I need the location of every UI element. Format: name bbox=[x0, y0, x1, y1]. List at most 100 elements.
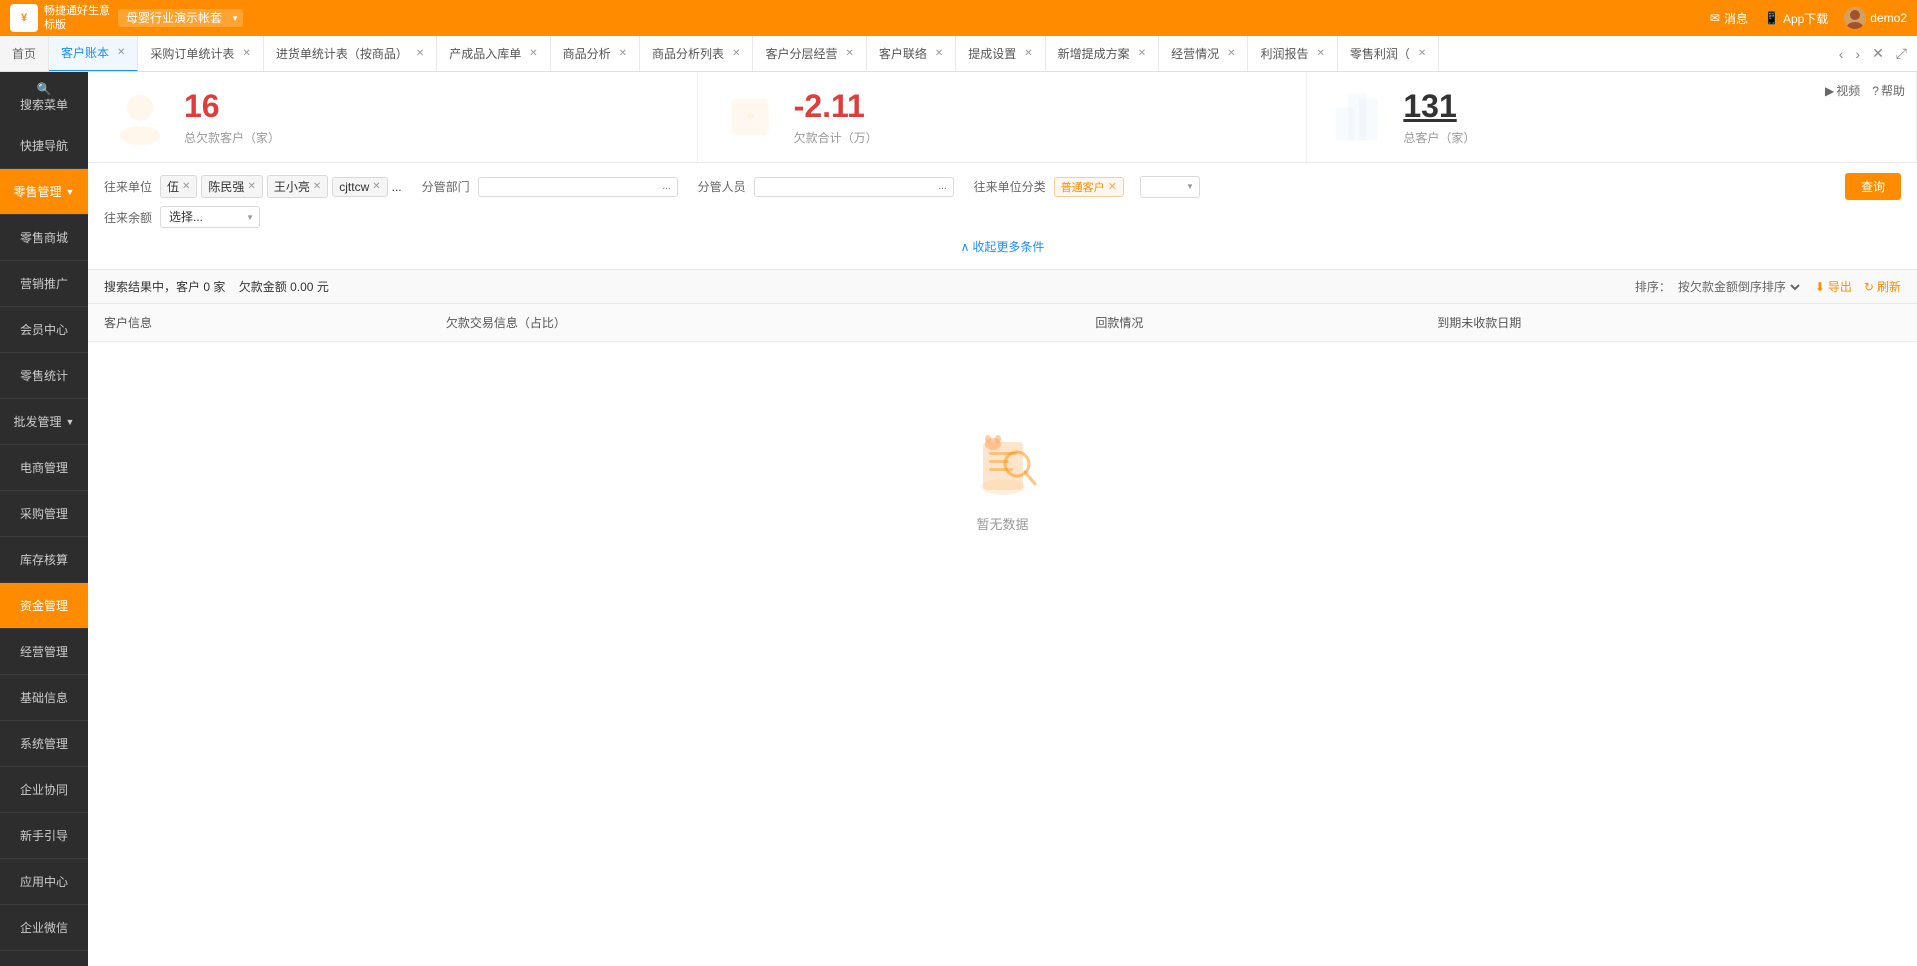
close-tab-product-analysis-list[interactable]: ✕ bbox=[732, 48, 740, 59]
unit-tag-chen[interactable]: 陈民强 ✕ bbox=[201, 175, 262, 198]
unit-tag-more[interactable]: ... bbox=[392, 180, 402, 194]
tab-commission-settings[interactable]: 提成设置 ✕ bbox=[956, 36, 1045, 72]
chevron-down-icon: ▼ bbox=[66, 187, 75, 197]
unit-tag-cjttcw[interactable]: cjttcw ✕ bbox=[332, 177, 387, 197]
classification-select[interactable] bbox=[1140, 176, 1200, 198]
unit-tag-wang[interactable]: 王小亮 ✕ bbox=[267, 175, 328, 198]
refresh-btn[interactable]: ↻ 刷新 bbox=[1864, 278, 1901, 295]
sidebar-item-system-mgmt[interactable]: 系统管理 bbox=[0, 721, 88, 767]
unit-filter-tags: 伍 ✕ 陈民强 ✕ 王小亮 ✕ cjttcw ✕ ... bbox=[160, 175, 402, 198]
nav-prev-btn[interactable]: ‹ bbox=[1835, 44, 1848, 64]
sidebar-search[interactable]: 🔍 搜索菜单 bbox=[0, 72, 88, 123]
close-tab-purchase-stats-by-product[interactable]: ✕ bbox=[416, 48, 424, 59]
close-tab-profit-report[interactable]: ✕ bbox=[1317, 48, 1325, 59]
sidebar-item-ecommerce-mgmt[interactable]: 电商管理 bbox=[0, 445, 88, 491]
dept-filter-input[interactable]: ... bbox=[478, 177, 678, 197]
tab-retail-profit[interactable]: 零售利润（ ✕ bbox=[1338, 36, 1439, 72]
sidebar-item-retail-stats[interactable]: 零售统计 bbox=[0, 353, 88, 399]
sidebar-item-marketing[interactable]: 营销推广 bbox=[0, 261, 88, 307]
tab-finished-product-storage[interactable]: 产成品入库单 ✕ bbox=[437, 36, 550, 72]
nav-next-btn[interactable]: › bbox=[1851, 44, 1864, 64]
person-input[interactable] bbox=[761, 180, 939, 194]
export-btn[interactable]: ⬇ 导出 bbox=[1815, 278, 1852, 295]
store-selector-wrap[interactable]: 母婴行业演示帐套 bbox=[118, 9, 243, 27]
tab-customer-ledger[interactable]: 客户账本 ✕ bbox=[49, 36, 138, 72]
sidebar-item-app-center[interactable]: 应用中心 bbox=[0, 859, 88, 905]
logo-area: ¥ 畅捷通好生意 标版 bbox=[10, 4, 110, 33]
tab-purchase-stats-by-product[interactable]: 进货单统计表（按商品） ✕ bbox=[264, 36, 437, 72]
tab-customer-tier-mgmt[interactable]: 客户分层经营 ✕ bbox=[753, 36, 866, 72]
collapse-btn[interactable]: ∧ 收起更多条件 bbox=[961, 238, 1045, 255]
sidebar-item-newbie-guide[interactable]: 新手引导 bbox=[0, 813, 88, 859]
toolbar-right: 排序： 按欠款金额倒序排序 ⬇ 导出 ↻ 刷新 bbox=[1635, 278, 1901, 295]
close-tab-commission-settings[interactable]: ✕ bbox=[1024, 48, 1032, 59]
close-tab-business-overview[interactable]: ✕ bbox=[1227, 48, 1235, 59]
classification-tag-normal[interactable]: 普通客户 ✕ bbox=[1054, 177, 1124, 197]
unit-tag-chen-close[interactable]: ✕ bbox=[247, 181, 255, 192]
classification-select-wrap[interactable] bbox=[1140, 176, 1200, 198]
close-tab-retail-profit[interactable]: ✕ bbox=[1418, 48, 1426, 59]
sidebar-item-retail-mgmt[interactable]: 零售管理 ▼ bbox=[0, 169, 88, 215]
help-btn[interactable]: ? 帮助 bbox=[1872, 82, 1905, 99]
empty-icon bbox=[963, 422, 1043, 502]
sidebar-item-quick-nav[interactable]: 快捷导航 bbox=[0, 123, 88, 169]
close-tab-customer-tier-mgmt[interactable]: ✕ bbox=[845, 48, 853, 59]
toolbar-left: 搜索结果中，客户 0 家 欠款金额 0.00 元 bbox=[104, 278, 329, 295]
close-tab-customer-ledger[interactable]: ✕ bbox=[117, 47, 125, 58]
sidebar-item-enterprise-collab[interactable]: 企业协同 bbox=[0, 767, 88, 813]
tab-product-analysis[interactable]: 商品分析 ✕ bbox=[551, 36, 640, 72]
video-btn[interactable]: ▶ 视频 bbox=[1825, 82, 1860, 99]
sidebar-item-finance-mgmt[interactable]: 资金管理 bbox=[0, 583, 88, 629]
sidebar-item-chang-member[interactable]: 畅会员 bbox=[0, 951, 88, 966]
stat-icon-customers bbox=[112, 89, 168, 145]
nav-expand-btn[interactable]: ⤢ bbox=[1892, 43, 1911, 64]
unit-tag-cjttcw-close[interactable]: ✕ bbox=[372, 181, 380, 192]
tab-product-analysis-list[interactable]: 商品分析列表 ✕ bbox=[640, 36, 753, 72]
message-btn[interactable]: ✉ 消息 bbox=[1710, 10, 1748, 27]
avatar bbox=[1844, 7, 1866, 29]
sort-dropdown[interactable]: 按欠款金额倒序排序 bbox=[1674, 279, 1803, 295]
sidebar-item-business-mgmt[interactable]: 经营管理 bbox=[0, 629, 88, 675]
empty-state-row: 暂无数据 bbox=[88, 342, 1917, 614]
sidebar-item-purchase-mgmt[interactable]: 采购管理 bbox=[0, 491, 88, 537]
classification-tag-close[interactable]: ✕ bbox=[1108, 180, 1117, 193]
close-tab-product-analysis[interactable]: ✕ bbox=[619, 48, 627, 59]
person-filter-input[interactable]: ... bbox=[754, 177, 954, 197]
nav-close-all-btn[interactable]: ✕ bbox=[1868, 43, 1888, 64]
main-layout: 🔍 搜索菜单 快捷导航 零售管理 ▼ 零售商城 营销推广 会员中心 零售统计 批… bbox=[0, 72, 1917, 966]
total-customers-label: 总欠款客户（家） bbox=[184, 129, 280, 146]
close-tab-add-commission-plan[interactable]: ✕ bbox=[1138, 48, 1146, 59]
sort-selector[interactable]: 排序： 按欠款金额倒序排序 bbox=[1635, 278, 1803, 295]
sidebar-item-retail-mall[interactable]: 零售商城 bbox=[0, 215, 88, 261]
user-menu-btn[interactable]: demo2 bbox=[1844, 7, 1907, 29]
dept-input[interactable] bbox=[485, 180, 663, 194]
unit-tag-wang-close[interactable]: ✕ bbox=[313, 181, 321, 192]
tab-home[interactable]: 首页 bbox=[0, 36, 49, 72]
sidebar-item-wholesale-mgmt[interactable]: 批发管理 ▼ bbox=[0, 399, 88, 445]
tab-purchase-order-stats[interactable]: 采购订单统计表 ✕ bbox=[138, 36, 263, 72]
balance-select[interactable]: 选择... bbox=[160, 206, 260, 228]
sidebar-item-member-center[interactable]: 会员中心 bbox=[0, 307, 88, 353]
tab-customer-contact[interactable]: 客户联络 ✕ bbox=[867, 36, 956, 72]
person-more-btn[interactable]: ... bbox=[938, 181, 946, 192]
query-button[interactable]: 查询 bbox=[1845, 173, 1901, 200]
close-tab-purchase-order-stats[interactable]: ✕ bbox=[242, 48, 250, 59]
top-bar-right: ✉ 消息 📱 App下载 demo2 bbox=[1710, 7, 1907, 29]
tab-business-overview[interactable]: 经营情况 ✕ bbox=[1159, 36, 1248, 72]
store-selector[interactable]: 母婴行业演示帐套 bbox=[118, 9, 243, 27]
sidebar-item-inventory[interactable]: 库存核算 bbox=[0, 537, 88, 583]
dept-more-btn[interactable]: ... bbox=[662, 181, 670, 192]
sidebar-item-basic-info[interactable]: 基础信息 bbox=[0, 675, 88, 721]
close-tab-finished-product-storage[interactable]: ✕ bbox=[529, 48, 537, 59]
close-tab-customer-contact[interactable]: ✕ bbox=[935, 48, 943, 59]
sidebar-item-enterprise-wechat[interactable]: 企业微信 bbox=[0, 905, 88, 951]
app-icon: 📱 bbox=[1764, 11, 1779, 25]
unit-tag-wu-close[interactable]: ✕ bbox=[182, 181, 190, 192]
th-due-date: 到期未收款日期 bbox=[1421, 304, 1917, 342]
debt-amount-number: -2.11 bbox=[794, 88, 878, 125]
balance-select-wrap[interactable]: 选择... bbox=[160, 206, 260, 228]
unit-tag-wu[interactable]: 伍 ✕ bbox=[160, 175, 197, 198]
tab-add-commission-plan[interactable]: 新增提成方案 ✕ bbox=[1046, 36, 1159, 72]
app-download-btn[interactable]: 📱 App下载 bbox=[1764, 10, 1828, 27]
tab-profit-report[interactable]: 利润报告 ✕ bbox=[1248, 36, 1337, 72]
